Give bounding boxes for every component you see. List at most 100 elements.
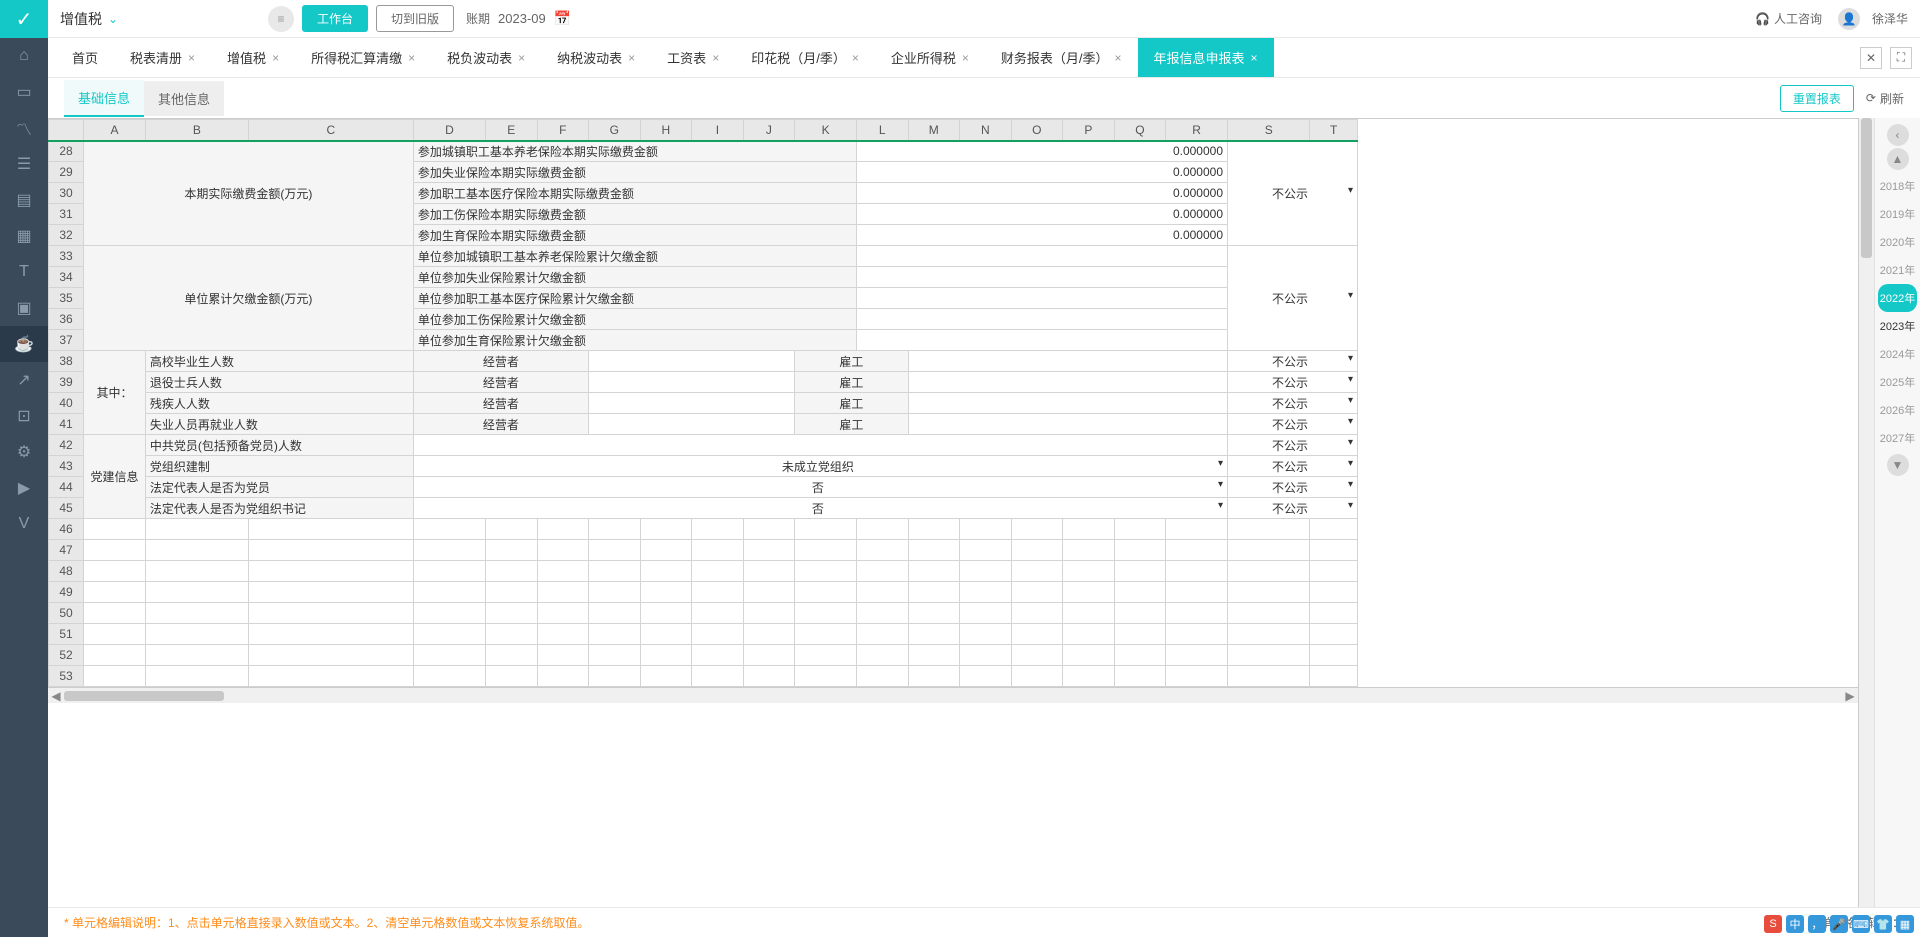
empty-r51-7[interactable] — [640, 624, 692, 645]
empty-r47-1[interactable] — [145, 540, 248, 561]
empty-r51-16[interactable] — [1114, 624, 1166, 645]
label-r35[interactable]: 单位参加职工基本医疗保险累计欠缴金额 — [413, 288, 856, 309]
tab-10[interactable]: 年报信息申报表× — [1138, 38, 1274, 77]
tab-7[interactable]: 印花税（月/季）× — [735, 38, 875, 77]
workspace-button[interactable]: 工作台 — [302, 5, 368, 32]
empty-r48-7[interactable] — [640, 561, 692, 582]
col-header-M[interactable]: M — [908, 120, 960, 141]
col2-r40[interactable]: 雇工 — [795, 393, 908, 414]
empty-r49-4[interactable] — [485, 582, 537, 603]
tab-9[interactable]: 财务报表（月/季）× — [985, 38, 1138, 77]
empty-r53-2[interactable] — [248, 666, 413, 687]
empty-r53-9[interactable] — [743, 666, 795, 687]
col-header-N[interactable]: N — [960, 120, 1012, 141]
label-r30[interactable]: 参加职工基本医疗保险本期实际缴费金额 — [413, 183, 856, 204]
tab-3[interactable]: 所得税汇算清缴× — [295, 38, 431, 77]
corner-cell[interactable] — [49, 120, 84, 141]
empty-r49-1[interactable] — [145, 582, 248, 603]
empty-r47-3[interactable] — [413, 540, 485, 561]
empty-r49-17[interactable] — [1166, 582, 1228, 603]
empty-r49-7[interactable] — [640, 582, 692, 603]
row-header-30[interactable]: 30 — [49, 183, 84, 204]
nav-settings-icon[interactable]: ⚙ — [0, 434, 48, 470]
empty-r52-5[interactable] — [537, 645, 589, 666]
col-header-D[interactable]: D — [413, 120, 485, 141]
empty-r50-11[interactable] — [856, 603, 908, 624]
empty-r50-2[interactable] — [248, 603, 413, 624]
spreadsheet[interactable]: ABCDEFGHIJKLMNOPQRST 28本期实际缴费金额(万元)参加城镇职… — [48, 118, 1858, 907]
val-r34[interactable] — [856, 267, 1227, 288]
col-header-Q[interactable]: Q — [1114, 120, 1166, 141]
empty-r50-10[interactable] — [795, 603, 857, 624]
col-header-F[interactable]: F — [537, 120, 589, 141]
group-party[interactable]: 党建信息 — [84, 435, 146, 519]
empty-r47-18[interactable] — [1228, 540, 1310, 561]
year-2024年[interactable]: 2024年 — [1878, 340, 1917, 368]
empty-r46-1[interactable] — [145, 519, 248, 540]
vscroll-thumb[interactable] — [1861, 118, 1872, 258]
col-header-G[interactable]: G — [589, 120, 641, 141]
empty-r53-6[interactable] — [589, 666, 641, 687]
group-arrears[interactable]: 单位累计欠缴金额(万元) — [84, 246, 414, 351]
tab-close-all-button[interactable]: ✕ — [1860, 47, 1882, 69]
empty-r50-3[interactable] — [413, 603, 485, 624]
empty-r53-0[interactable] — [84, 666, 146, 687]
empty-r53-15[interactable] — [1063, 666, 1115, 687]
blank1-r41[interactable] — [589, 414, 795, 435]
col-header-C[interactable]: C — [248, 120, 413, 141]
row-header-46[interactable]: 46 — [49, 519, 84, 540]
row-header-53[interactable]: 53 — [49, 666, 84, 687]
label-r37[interactable]: 单位参加生育保险累计欠缴金额 — [413, 330, 856, 351]
blank2-r38[interactable] — [908, 351, 1227, 372]
empty-r47-14[interactable] — [1011, 540, 1063, 561]
row-header-41[interactable]: 41 — [49, 414, 84, 435]
tab-2[interactable]: 增值税× — [211, 38, 295, 77]
empty-r50-0[interactable] — [84, 603, 146, 624]
val-r37[interactable] — [856, 330, 1227, 351]
empty-r49-18[interactable] — [1228, 582, 1310, 603]
blank1-r38[interactable] — [589, 351, 795, 372]
empty-r49-0[interactable] — [84, 582, 146, 603]
year-2023年[interactable]: 2023年 — [1878, 312, 1917, 340]
tab-close-icon[interactable]: × — [1115, 51, 1122, 65]
empty-r48-19[interactable] — [1310, 561, 1358, 582]
label-r44[interactable]: 法定代表人是否为党员 — [145, 477, 413, 498]
empty-r49-12[interactable] — [908, 582, 960, 603]
nav-export-icon[interactable]: ↗ — [0, 362, 48, 398]
val-r30[interactable]: 0.000000 — [856, 183, 1227, 204]
disp-r39[interactable]: 不公示 — [1228, 372, 1358, 393]
empty-r46-0[interactable] — [84, 519, 146, 540]
empty-r49-8[interactable] — [692, 582, 744, 603]
row-header-35[interactable]: 35 — [49, 288, 84, 309]
empty-r46-10[interactable] — [795, 519, 857, 540]
empty-r51-15[interactable] — [1063, 624, 1115, 645]
empty-r47-10[interactable] — [795, 540, 857, 561]
round-toggle-button[interactable]: ≡ — [268, 6, 294, 32]
empty-r48-3[interactable] — [413, 561, 485, 582]
empty-r48-15[interactable] — [1063, 561, 1115, 582]
col-header-S[interactable]: S — [1228, 120, 1310, 141]
nav-home-icon[interactable]: ⌂ — [0, 38, 48, 74]
col-header-B[interactable]: B — [145, 120, 248, 141]
label-r28[interactable]: 参加城镇职工基本养老保险本期实际缴费金额 — [413, 141, 856, 162]
empty-r52-3[interactable] — [413, 645, 485, 666]
year-up-button[interactable]: ▲ — [1887, 148, 1909, 170]
empty-r51-3[interactable] — [413, 624, 485, 645]
empty-r52-16[interactable] — [1114, 645, 1166, 666]
empty-r53-8[interactable] — [692, 666, 744, 687]
empty-r52-10[interactable] — [795, 645, 857, 666]
empty-r52-7[interactable] — [640, 645, 692, 666]
empty-r52-14[interactable] — [1011, 645, 1063, 666]
empty-r46-14[interactable] — [1011, 519, 1063, 540]
col-header-R[interactable]: R — [1166, 120, 1228, 141]
empty-r50-5[interactable] — [537, 603, 589, 624]
empty-r52-4[interactable] — [485, 645, 537, 666]
empty-r49-2[interactable] — [248, 582, 413, 603]
nav-folder-icon[interactable]: ▣ — [0, 290, 48, 326]
label-r38[interactable]: 高校毕业生人数 — [145, 351, 413, 372]
horizontal-scrollbar[interactable]: ◀ ▶ — [48, 687, 1858, 703]
empty-r47-17[interactable] — [1166, 540, 1228, 561]
empty-r49-11[interactable] — [856, 582, 908, 603]
empty-r52-11[interactable] — [856, 645, 908, 666]
group-current-payment[interactable]: 本期实际缴费金额(万元) — [84, 141, 414, 246]
